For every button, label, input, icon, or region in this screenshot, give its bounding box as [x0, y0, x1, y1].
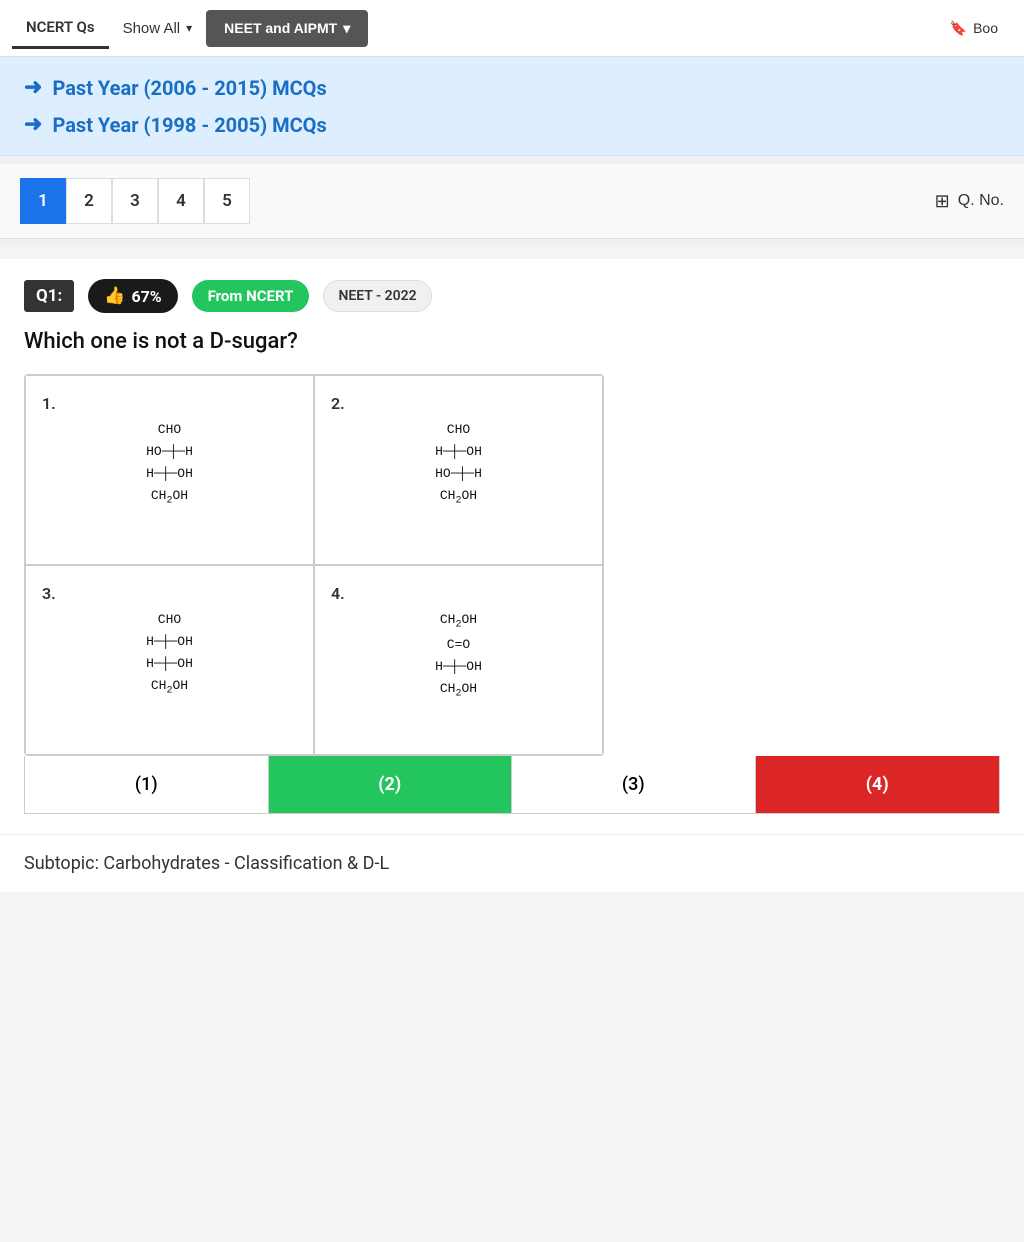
option-3-number: 3.: [42, 584, 297, 603]
rating-badge: 👍 67%: [88, 279, 177, 313]
arrow-right-icon-2: ➜: [24, 112, 42, 137]
option-1-number: 1.: [42, 394, 297, 413]
option-4-structure: CH2OH C=O H─┼─OH CH2OH: [331, 609, 586, 702]
options-grid: 1. CHO HO─┼─H H─┼─OH CH2OH 2. CHO H─┼─OH…: [24, 374, 604, 756]
question-label: Q1:: [24, 280, 74, 312]
page-1-button[interactable]: 1: [20, 178, 66, 224]
separator-2: [0, 239, 1024, 247]
answer-option-2[interactable]: (2): [269, 756, 513, 813]
pagination-bar: 1 2 3 4 5 ⊞ Q. No.: [0, 164, 1024, 239]
arrow-right-icon-1: ➜: [24, 75, 42, 100]
neet-aipmt-chevron: ▾: [343, 20, 350, 37]
past-year-2006-label: Past Year (2006 - 2015) MCQs: [52, 76, 326, 100]
answer-row: (1) (2) (3) (4): [24, 756, 1000, 814]
subtopic-bar: Subtopic: Carbohydrates - Classification…: [0, 834, 1024, 892]
option-2-number: 2.: [331, 394, 586, 413]
question-header: Q1: 👍 67% From NCERT NEET - 2022: [24, 279, 1000, 313]
qno-button[interactable]: ⊞ Q. No.: [935, 191, 1004, 212]
past-year-banner: ➜ Past Year (2006 - 2015) MCQs ➜ Past Ye…: [0, 57, 1024, 156]
bookmark-button[interactable]: 🔖 Boo: [936, 12, 1012, 45]
bookmark-label: Boo: [973, 20, 998, 36]
option-4-number: 4.: [331, 584, 586, 603]
neet-aipmt-dropdown[interactable]: NEET and AIPMT ▾: [206, 10, 368, 47]
option-2-structure: CHO H─┼─OH HO─┼─H CH2OH: [331, 419, 586, 510]
rating-value: 67%: [131, 287, 161, 306]
separator-1: [0, 156, 1024, 164]
neet-year-badge: NEET - 2022: [323, 280, 431, 312]
page-4-button[interactable]: 4: [158, 178, 204, 224]
option-1-structure: CHO HO─┼─H H─┼─OH CH2OH: [42, 419, 297, 510]
past-year-2006-link[interactable]: ➜ Past Year (2006 - 2015) MCQs: [24, 75, 1000, 100]
thumbs-up-icon: 👍: [104, 286, 125, 306]
past-year-1998-link[interactable]: ➜ Past Year (1998 - 2005) MCQs: [24, 112, 1000, 137]
bookmark-icon: 🔖: [950, 20, 967, 37]
page-5-button[interactable]: 5: [204, 178, 250, 224]
subtopic-text: Subtopic: Carbohydrates - Classification…: [24, 853, 389, 874]
qno-label: Q. No.: [958, 192, 1004, 210]
neet-aipmt-label: NEET and AIPMT: [224, 20, 337, 36]
show-all-dropdown[interactable]: Show All ▾: [109, 12, 207, 45]
past-year-1998-label: Past Year (1998 - 2005) MCQs: [52, 113, 326, 137]
ncert-qs-nav[interactable]: NCERT Qs: [12, 8, 109, 49]
option-3-structure: CHO H─┼─OH H─┼─OH CH2OH: [42, 609, 297, 700]
answer-option-1[interactable]: (1): [25, 756, 269, 813]
top-nav-bar: NCERT Qs Show All ▾ NEET and AIPMT ▾ 🔖 B…: [0, 0, 1024, 57]
answer-option-3[interactable]: (3): [512, 756, 756, 813]
option-4-cell[interactable]: 4. CH2OH C=O H─┼─OH CH2OH: [314, 565, 603, 755]
page-numbers: 1 2 3 4 5: [20, 178, 250, 224]
show-all-label: Show All: [123, 20, 181, 37]
page-2-button[interactable]: 2: [66, 178, 112, 224]
page-3-button[interactable]: 3: [112, 178, 158, 224]
option-2-cell[interactable]: 2. CHO H─┼─OH HO─┼─H CH2OH: [314, 375, 603, 565]
option-1-cell[interactable]: 1. CHO HO─┼─H H─┼─OH CH2OH: [25, 375, 314, 565]
ncert-badge: From NCERT: [192, 280, 310, 312]
grid-icon: ⊞: [935, 191, 950, 212]
show-all-chevron: ▾: [186, 21, 192, 35]
question-text: Which one is not a D-sugar?: [24, 329, 1000, 354]
answer-option-4[interactable]: (4): [756, 756, 1000, 813]
option-3-cell[interactable]: 3. CHO H─┼─OH H─┼─OH CH2OH: [25, 565, 314, 755]
question-container: Q1: 👍 67% From NCERT NEET - 2022 Which o…: [0, 259, 1024, 834]
